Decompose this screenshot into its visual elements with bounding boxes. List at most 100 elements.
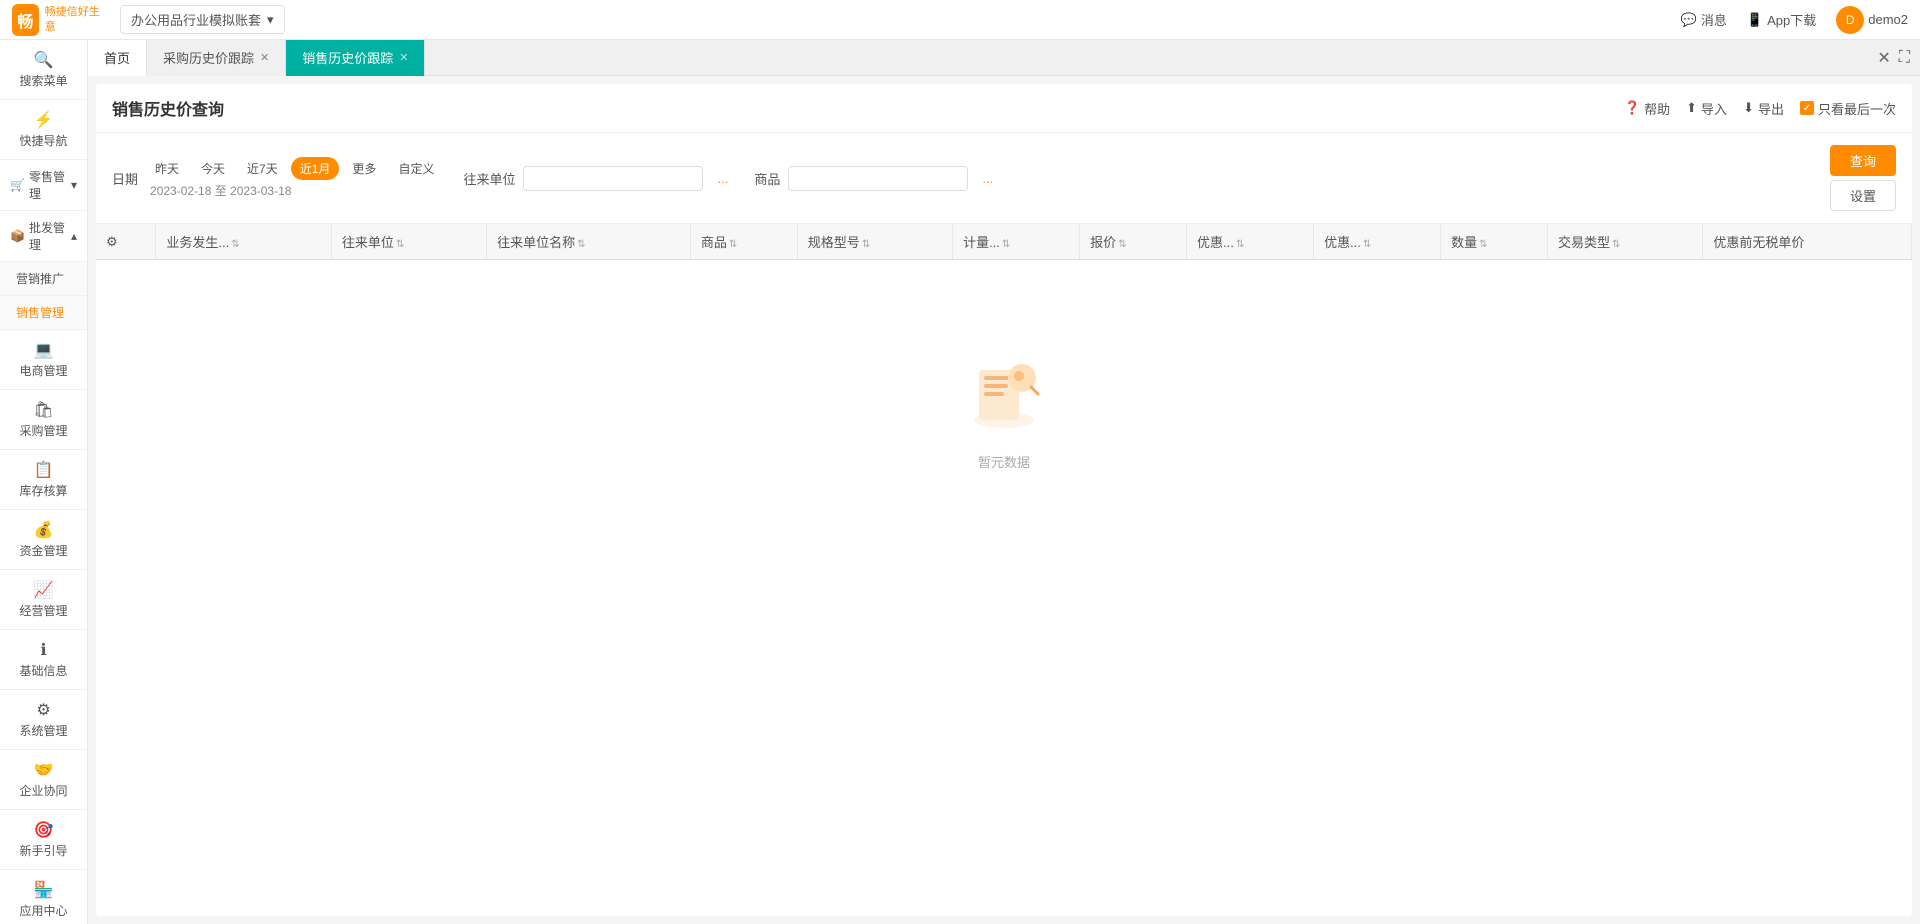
logo-area: 畅 畅捷信好生意 xyxy=(12,4,100,36)
sidebar-item-label: 采购管理 xyxy=(19,422,67,439)
goods-label: 商品 xyxy=(754,169,780,188)
content-area: 首页 采购历史价跟踪 ✕ 销售历史价跟踪 ✕ ✕ ⛶ 销售历史价查询 xyxy=(88,40,1920,924)
col-unit[interactable]: 计量...⇅ xyxy=(953,224,1080,260)
avatar: D xyxy=(1836,6,1864,34)
date-buttons: 昨天 今天 近7天 近1月 更多 自定义 xyxy=(146,157,443,180)
sidebar-item-wholesale[interactable]: 📦 批发管理 ▴ xyxy=(0,211,87,262)
purchase-tab-label: 采购历史价跟踪 xyxy=(163,48,254,67)
message-icon: 💬 xyxy=(1681,12,1697,28)
partner-label: 往来单位 xyxy=(463,169,515,188)
sidebar-item-purchase[interactable]: 🛍 采购管理 xyxy=(0,390,87,450)
empty-illustration xyxy=(954,340,1054,440)
col-gear[interactable]: ⚙ xyxy=(96,224,156,260)
col-discount1[interactable]: 优惠...⇅ xyxy=(1187,224,1314,260)
sidebar-item-label: 搜索菜单 xyxy=(19,72,67,89)
goods-input[interactable] xyxy=(788,166,968,191)
col-partner-code[interactable]: 往来单位⇅ xyxy=(331,224,486,260)
sidebar-item-inventory[interactable]: 📋 库存核算 xyxy=(0,450,87,510)
gear-icon: ⚙ xyxy=(106,234,118,249)
partner-input[interactable] xyxy=(523,166,703,191)
col-goods[interactable]: 商品⇅ xyxy=(690,224,797,260)
sidebar-item-ecommerce[interactable]: 💻 电商管理 xyxy=(0,330,87,390)
app-selector-label: 办公用品行业模拟账套 xyxy=(131,10,261,29)
download-icon: 📱 xyxy=(1747,12,1763,28)
col-biz-date[interactable]: 业务发生...⇅ xyxy=(156,224,331,260)
main-layout: 🔍 搜索菜单 ⚡ 快捷导航 🛒 零售管理 ▾ 📦 批发管理 ▴ 营销推广 销售管… xyxy=(0,40,1920,924)
quick-icon: ⚡ xyxy=(34,110,54,130)
sidebar-item-search[interactable]: 🔍 搜索菜单 xyxy=(0,40,87,100)
col-price[interactable]: 报价⇅ xyxy=(1080,224,1187,260)
close-purchase-tab[interactable]: ✕ xyxy=(260,51,269,64)
page-container: 销售历史价查询 ❓ 帮助 ⬆ 导入 ⬇ 导出 ✓ xyxy=(96,84,1912,916)
maximize-icon[interactable]: ⛶ xyxy=(1899,49,1910,67)
download-btn[interactable]: 📱 App下载 xyxy=(1747,10,1816,29)
page-header: 销售历史价查询 ❓ 帮助 ⬆ 导入 ⬇ 导出 ✓ xyxy=(96,84,1912,133)
date-btn-more[interactable]: 更多 xyxy=(343,157,385,180)
sidebar-item-retail[interactable]: 🛒 零售管理 ▾ xyxy=(0,160,87,211)
message-btn[interactable]: 💬 消息 xyxy=(1681,10,1727,29)
table-container: ⚙ 业务发生...⇅ 往来单位⇅ 往来单位名称⇅ 商品⇅ 规格型号⇅ 计量...… xyxy=(96,224,1912,916)
sidebar-item-label: 应用中心 xyxy=(19,902,67,919)
purchase-icon: 🛍 xyxy=(33,400,53,420)
goods-filter-group: 商品 ... xyxy=(754,166,999,191)
sidebar-item-enterprise[interactable]: 🤝 企业协同 xyxy=(0,750,87,810)
sidebar-item-basic[interactable]: ℹ 基础信息 xyxy=(0,630,87,690)
help-btn[interactable]: ❓ 帮助 xyxy=(1624,99,1670,118)
inventory-icon: 📋 xyxy=(34,460,54,480)
empty-state: 暂元数据 xyxy=(96,260,1912,551)
sidebar-item-label: 快捷导航 xyxy=(19,132,67,149)
sidebar-item-business[interactable]: 📈 经营管理 xyxy=(0,570,87,630)
tab-sales[interactable]: 销售历史价跟踪 ✕ xyxy=(286,40,425,76)
sidebar-item-label: 系统管理 xyxy=(19,722,67,739)
col-discount2[interactable]: 优惠...⇅ xyxy=(1314,224,1441,260)
import-icon: ⬆ xyxy=(1686,100,1697,116)
export-icon: ⬇ xyxy=(1743,100,1754,116)
import-btn[interactable]: ⬆ 导入 xyxy=(1686,99,1727,118)
tab-home[interactable]: 首页 xyxy=(88,40,147,76)
data-table: ⚙ 业务发生...⇅ 往来单位⇅ 往来单位名称⇅ 商品⇅ 规格型号⇅ 计量...… xyxy=(96,224,1912,260)
goods-dots-btn[interactable]: ... xyxy=(976,169,999,188)
sidebar-item-appstore[interactable]: 🏪 应用中心 xyxy=(0,870,87,924)
date-btn-custom[interactable]: 自定义 xyxy=(389,157,443,180)
export-btn[interactable]: ⬇ 导出 xyxy=(1743,99,1784,118)
marketing-label: 营销推广 xyxy=(16,270,64,287)
date-btn-7days[interactable]: 近7天 xyxy=(238,157,287,180)
sidebar-item-label: 库存核算 xyxy=(19,482,67,499)
date-btn-yesterday[interactable]: 昨天 xyxy=(146,157,188,180)
app-selector[interactable]: 办公用品行业模拟账套 ▾ xyxy=(120,5,285,34)
sidebar-item-salesmgr[interactable]: 销售管理 xyxy=(0,296,87,330)
sidebar: 🔍 搜索菜单 ⚡ 快捷导航 🛒 零售管理 ▾ 📦 批发管理 ▴ 营销推广 销售管… xyxy=(0,40,88,924)
basic-icon: ℹ xyxy=(40,640,46,660)
close-all-icon[interactable]: ✕ xyxy=(1877,48,1890,68)
partner-dots-btn[interactable]: ... xyxy=(711,169,734,188)
sidebar-item-label: 经营管理 xyxy=(19,602,67,619)
sidebar-item-quick[interactable]: ⚡ 快捷导航 xyxy=(0,100,87,160)
date-range-text: 2023-02-18 至 2023-03-18 xyxy=(150,182,443,199)
close-sales-tab[interactable]: ✕ xyxy=(399,51,408,64)
system-icon: ⚙ xyxy=(36,700,50,720)
date-label: 日期 xyxy=(112,169,138,188)
retail-icon: 🛒 xyxy=(10,178,25,192)
sidebar-item-finance[interactable]: 💰 资金管理 xyxy=(0,510,87,570)
col-spec[interactable]: 规格型号⇅ xyxy=(797,224,952,260)
setting-button[interactable]: 设置 xyxy=(1830,180,1896,211)
finance-icon: 💰 xyxy=(34,520,54,540)
col-pre-tax-price[interactable]: 优惠前无税单价 xyxy=(1703,224,1912,260)
col-trade-type[interactable]: 交易类型⇅ xyxy=(1548,224,1703,260)
sidebar-item-newbie[interactable]: 🎯 新手引导 xyxy=(0,810,87,870)
query-button[interactable]: 查询 xyxy=(1830,145,1896,176)
page-title: 销售历史价查询 xyxy=(112,96,224,120)
filter-area: 日期 昨天 今天 近7天 近1月 更多 自定义 2023-02-18 至 202… xyxy=(96,133,1912,224)
sidebar-item-marketing[interactable]: 营销推广 xyxy=(0,262,87,296)
date-btn-today[interactable]: 今天 xyxy=(192,157,234,180)
tab-purchase[interactable]: 采购历史价跟踪 ✕ xyxy=(147,40,286,76)
sidebar-item-label: 企业协同 xyxy=(19,782,67,799)
search-icon: 🔍 xyxy=(34,50,54,70)
col-partner-name[interactable]: 往来单位名称⇅ xyxy=(487,224,691,260)
date-btn-1month[interactable]: 近1月 xyxy=(291,157,340,180)
user-area[interactable]: D demo2 xyxy=(1836,6,1908,34)
enterprise-icon: 🤝 xyxy=(34,760,54,780)
col-qty[interactable]: 数量⇅ xyxy=(1441,224,1548,260)
only-last-checkbox[interactable]: ✓ 只看最后一次 xyxy=(1800,99,1896,118)
sidebar-item-system[interactable]: ⚙ 系统管理 xyxy=(0,690,87,750)
